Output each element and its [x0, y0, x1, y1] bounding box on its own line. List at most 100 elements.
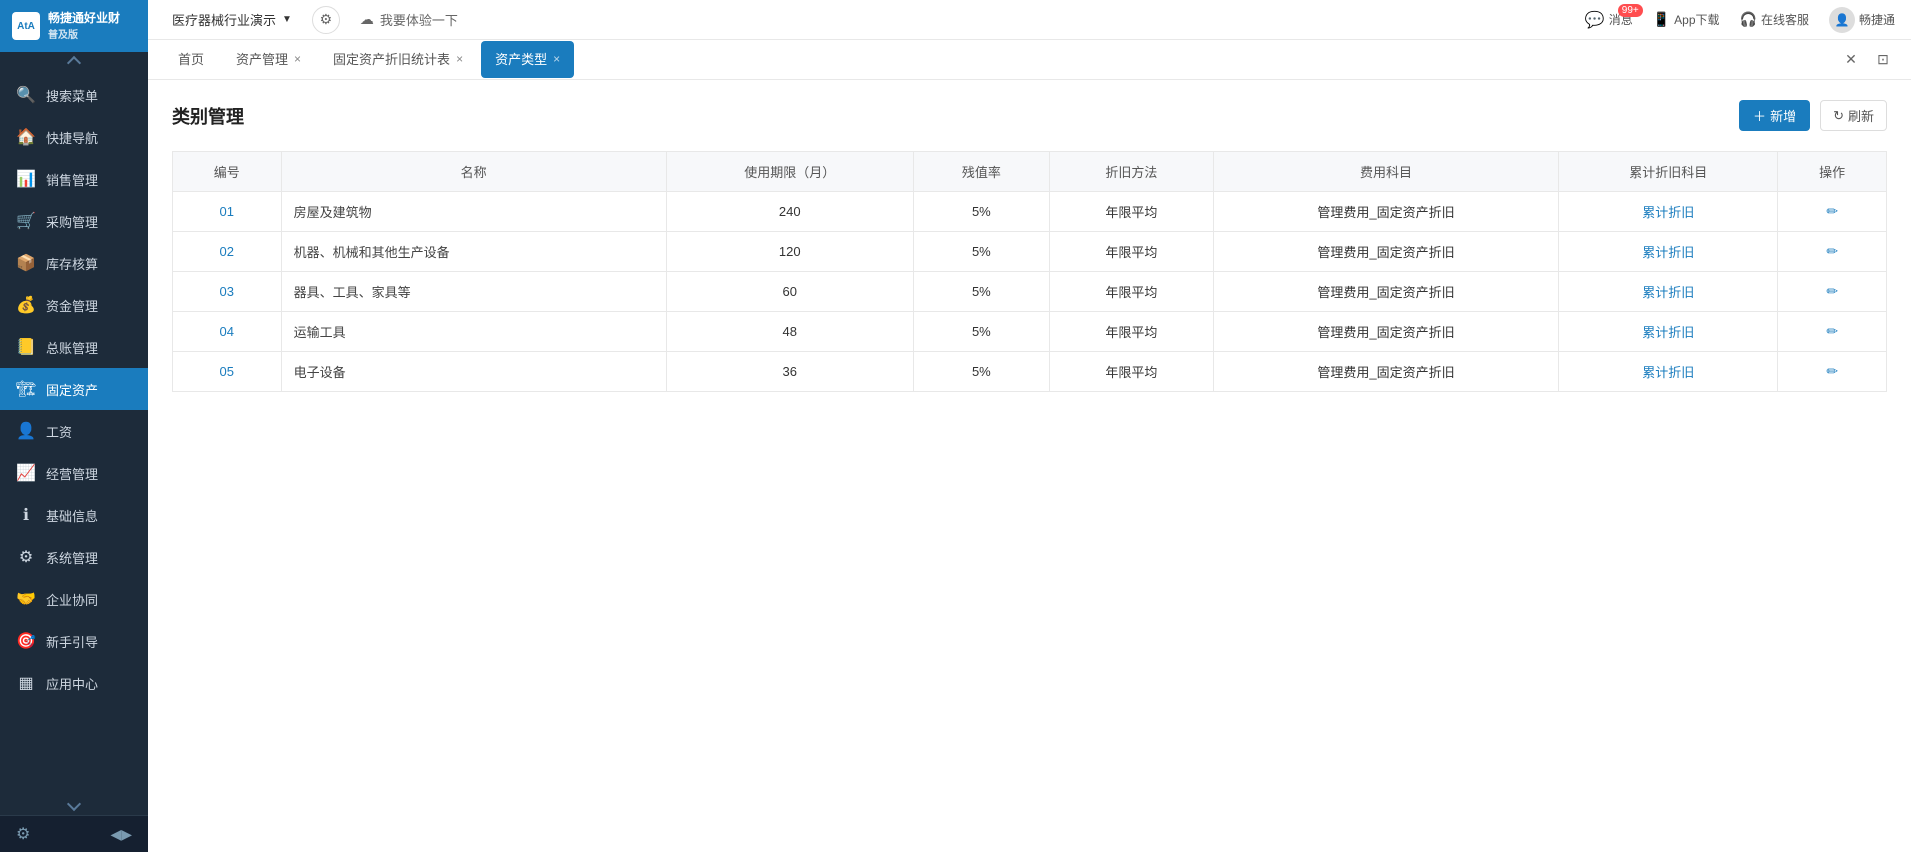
tab-close-icon[interactable]: ×: [456, 53, 463, 65]
cloud-icon: ☁: [360, 11, 374, 28]
expand-tab-button[interactable]: ⊡: [1871, 48, 1895, 72]
cell-method: 年限平均: [1049, 312, 1213, 352]
close-tab-button[interactable]: ✕: [1839, 48, 1863, 72]
header-right: 💬 消息 99+ 📱 App下载 🎧 在线客服 👤 畅捷通: [1585, 7, 1895, 33]
sidebar-item-label: 快捷导航: [46, 128, 98, 147]
edit-icon[interactable]: ✏: [1826, 283, 1838, 299]
handshake-icon: 🤝: [16, 589, 36, 609]
col-action: 操作: [1778, 152, 1887, 192]
sidebar-footer: ⚙ ◀▶: [0, 815, 148, 852]
page-header: 类别管理 ＋ 新增 ↻ 刷新: [172, 100, 1887, 131]
asset-type-table: 编号 名称 使用期限（月） 残值率 折旧方法 费用科目 累计折旧科目 操作 01…: [172, 151, 1887, 392]
money-icon: 💰: [16, 295, 36, 315]
cell-method: 年限平均: [1049, 272, 1213, 312]
cell-period: 48: [666, 312, 913, 352]
table-body: 01 房屋及建筑物 240 5% 年限平均 管理费用_固定资产折旧 累计折旧 ✏…: [173, 192, 1887, 392]
cell-action: ✏: [1778, 232, 1887, 272]
edit-icon[interactable]: ✏: [1826, 243, 1838, 259]
sidebar-item-purchase[interactable]: 🛒 采购管理: [0, 200, 148, 242]
logo-icon: AtA: [12, 12, 40, 40]
person-icon: 👤: [1835, 13, 1850, 27]
company-name: 医疗器械行业演示: [172, 10, 276, 29]
table-header-row: 编号 名称 使用期限（月） 残值率 折旧方法 费用科目 累计折旧科目 操作: [173, 152, 1887, 192]
info-icon: ℹ: [16, 505, 36, 525]
message-button[interactable]: 💬 消息 99+: [1585, 10, 1633, 30]
user-profile[interactable]: 👤 畅捷通: [1829, 7, 1895, 33]
sidebar-item-ledger[interactable]: 📒 总账管理: [0, 326, 148, 368]
tab-asset-type-label: 资产类型: [495, 49, 547, 68]
grid-icon: ▦: [16, 673, 36, 693]
sidebar-item-label: 系统管理: [46, 548, 98, 567]
cell-action: ✏: [1778, 312, 1887, 352]
sidebar-item-quick-nav[interactable]: 🏠 快捷导航: [0, 116, 148, 158]
scroll-down-indicator[interactable]: [0, 797, 148, 815]
company-selector[interactable]: 医疗器械行业演示 ▼: [164, 6, 300, 33]
cell-id: 05: [173, 352, 282, 392]
top-header: 医疗器械行业演示 ▼ ⚙ ☁ 我要体验一下 💬 消息 99+ 📱 App下载 🎧…: [148, 0, 1911, 40]
app-download-button[interactable]: 📱 App下载: [1653, 11, 1720, 28]
cell-id: 03: [173, 272, 282, 312]
sidebar-item-enterprise[interactable]: 🤝 企业协同: [0, 578, 148, 620]
edit-icon[interactable]: ✏: [1826, 203, 1838, 219]
cell-period: 60: [666, 272, 913, 312]
tab-bar-actions: ✕ ⊡: [1839, 48, 1895, 72]
sidebar-item-label: 总账管理: [46, 338, 98, 357]
cell-residual: 5%: [913, 352, 1049, 392]
tab-asset-mgmt[interactable]: 资产管理 ×: [222, 41, 315, 78]
box-icon: 📦: [16, 253, 36, 273]
table-row: 05 电子设备 36 5% 年限平均 管理费用_固定资产折旧 累计折旧 ✏: [173, 352, 1887, 392]
settings-icon[interactable]: ⚙: [16, 824, 30, 844]
edit-icon[interactable]: ✏: [1826, 363, 1838, 379]
sidebar-item-label: 搜索菜单: [46, 86, 98, 105]
sidebar-item-funds[interactable]: 💰 资金管理: [0, 284, 148, 326]
sidebar-item-search[interactable]: 🔍 搜索菜单: [0, 74, 148, 116]
sidebar-item-ops[interactable]: 📈 经营管理: [0, 452, 148, 494]
refresh-button[interactable]: ↻ 刷新: [1820, 100, 1887, 131]
sidebar-item-app-center[interactable]: ▦ 应用中心: [0, 662, 148, 704]
sidebar: AtA 畅捷通好业财 普及版 🔍 搜索菜单 🏠 快捷导航 📊 销售管理 🛒 采购…: [0, 0, 148, 852]
page-content: 类别管理 ＋ 新增 ↻ 刷新 编号 名称 使用期限（月） 残值率: [148, 80, 1911, 852]
tab-bar: 首页 资产管理 × 固定资产折旧统计表 × 资产类型 × ✕ ⊡: [148, 40, 1911, 80]
chart-icon: 📊: [16, 169, 36, 189]
message-badge: 99+: [1618, 4, 1643, 17]
tab-close-icon[interactable]: ×: [553, 53, 560, 65]
page-actions: ＋ 新增 ↻ 刷新: [1739, 100, 1887, 131]
experience-button[interactable]: ☁ 我要体验一下: [360, 10, 458, 29]
cell-name: 运输工具: [281, 312, 666, 352]
sidebar-item-payroll[interactable]: 👤 工资: [0, 410, 148, 452]
cell-id: 01: [173, 192, 282, 232]
gear-icon: ⚙: [320, 11, 333, 28]
new-button[interactable]: ＋ 新增: [1739, 100, 1810, 131]
col-id: 编号: [173, 152, 282, 192]
cell-name: 电子设备: [281, 352, 666, 392]
sidebar-item-basic-info[interactable]: ℹ 基础信息: [0, 494, 148, 536]
sidebar-item-label: 固定资产: [46, 380, 98, 399]
tab-asset-type[interactable]: 资产类型 ×: [481, 41, 574, 78]
tab-close-icon[interactable]: ×: [294, 53, 301, 65]
sidebar-item-system[interactable]: ⚙ 系统管理: [0, 536, 148, 578]
sidebar-item-label: 资金管理: [46, 296, 98, 315]
message-icon: 💬: [1585, 10, 1605, 30]
tab-depreciation-report[interactable]: 固定资产折旧统计表 ×: [319, 41, 477, 78]
settings-button[interactable]: ⚙: [312, 6, 340, 34]
sidebar-item-guide[interactable]: 🎯 新手引导: [0, 620, 148, 662]
sidebar-item-inventory[interactable]: 📦 库存核算: [0, 242, 148, 284]
sidebar-item-sales[interactable]: 📊 销售管理: [0, 158, 148, 200]
table-row: 01 房屋及建筑物 240 5% 年限平均 管理费用_固定资产折旧 累计折旧 ✏: [173, 192, 1887, 232]
cell-method: 年限平均: [1049, 352, 1213, 392]
tab-asset-mgmt-label: 资产管理: [236, 49, 288, 68]
cart-icon: 🛒: [16, 211, 36, 231]
tab-depreciation-label: 固定资产折旧统计表: [333, 49, 450, 68]
cell-expense: 管理费用_固定资产折旧: [1213, 192, 1558, 232]
tab-home[interactable]: 首页: [164, 41, 218, 78]
cell-action: ✏: [1778, 192, 1887, 232]
edit-icon[interactable]: ✏: [1826, 323, 1838, 339]
online-service-button[interactable]: 🎧 在线客服: [1740, 11, 1809, 28]
sidebar-nav: 🔍 搜索菜单 🏠 快捷导航 📊 销售管理 🛒 采购管理 📦 库存核算 💰 资金管…: [0, 70, 148, 797]
refresh-icon: ↻: [1833, 108, 1844, 124]
cell-name: 机器、机械和其他生产设备: [281, 232, 666, 272]
sidebar-item-label: 销售管理: [46, 170, 98, 189]
sidebar-item-fixed-assets[interactable]: 🏗 固定资产: [0, 368, 148, 410]
collapse-icon[interactable]: ◀▶: [110, 826, 132, 843]
sidebar-logo: AtA 畅捷通好业财 普及版: [0, 0, 148, 52]
